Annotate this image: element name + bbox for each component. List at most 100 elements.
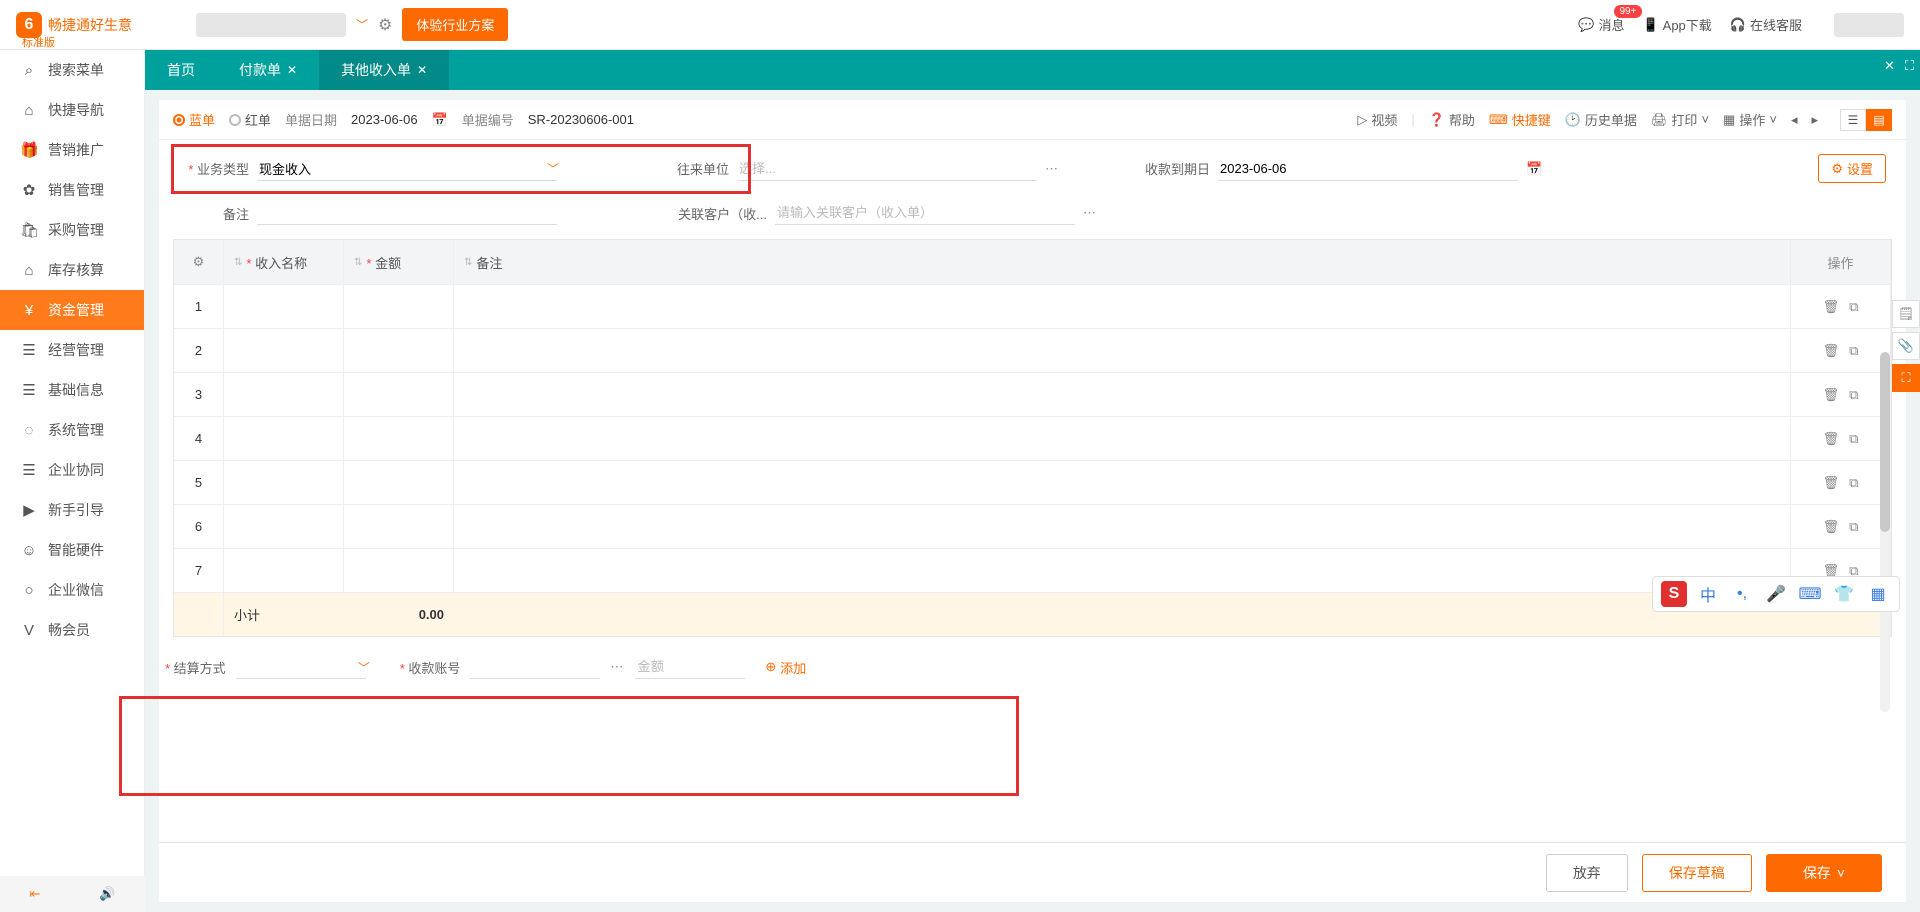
more-icon[interactable]: ⋯ xyxy=(1045,161,1060,177)
prev-doc-button[interactable]: ◂ xyxy=(1791,112,1798,128)
scrollbar[interactable] xyxy=(1880,352,1890,712)
th-income-name[interactable]: ⇅收入名称 xyxy=(224,240,344,284)
print-button[interactable]: 🖨打印 ˅ xyxy=(1651,110,1709,129)
sidebar-item-guide[interactable]: ▶新手引导 xyxy=(0,490,144,530)
ime-skin-icon[interactable]: 👕 xyxy=(1831,581,1857,607)
ime-toolbox-icon[interactable]: ▦ xyxy=(1865,581,1891,607)
float-clip-icon[interactable]: 📎 xyxy=(1892,332,1920,360)
table-row[interactable]: 2 🗑⧉ xyxy=(174,328,1891,372)
cell-amount[interactable] xyxy=(344,373,454,416)
cell-income-name[interactable] xyxy=(224,417,344,460)
sidebar-item-collab[interactable]: ☰企业协同 xyxy=(0,450,144,490)
copy-icon[interactable]: ⧉ xyxy=(1849,387,1858,403)
table-row[interactable]: 7 🗑⧉ xyxy=(174,548,1891,592)
delete-icon[interactable]: 🗑 xyxy=(1823,343,1840,359)
view-list-button[interactable]: ☰ xyxy=(1840,109,1866,131)
th-remark[interactable]: ⇅备注 xyxy=(454,240,1791,284)
table-row[interactable]: 6 🗑⧉ xyxy=(174,504,1891,548)
ime-lang[interactable]: 中 xyxy=(1695,581,1721,607)
settle-method-input[interactable] xyxy=(236,655,366,679)
cell-income-name[interactable] xyxy=(224,505,344,548)
calendar-icon[interactable]: 📅 xyxy=(1526,161,1542,177)
ime-bar[interactable]: S 中 •, 🎤 ⌨ 👕 ▦ xyxy=(1652,576,1900,612)
delete-icon[interactable]: 🗑 xyxy=(1823,387,1840,403)
cell-amount[interactable] xyxy=(344,417,454,460)
remark-input[interactable] xyxy=(257,201,557,225)
sidebar-item-marketing[interactable]: 🎁营销推广 xyxy=(0,130,144,170)
ops-button[interactable]: ▦操作 ˅ xyxy=(1723,110,1777,129)
sidebar-item-sales[interactable]: ✿销售管理 xyxy=(0,170,144,210)
cell-remark[interactable] xyxy=(454,461,1791,504)
cell-remark[interactable] xyxy=(454,373,1791,416)
doc-date-value[interactable]: 2023-06-06 xyxy=(351,112,418,127)
help-button[interactable]: ❓帮助 xyxy=(1429,110,1475,129)
tab-expand-icon[interactable]: ⛶ xyxy=(1905,58,1914,74)
copy-icon[interactable]: ⧉ xyxy=(1849,519,1858,535)
ime-punct-icon[interactable]: •, xyxy=(1729,581,1755,607)
delete-icon[interactable]: 🗑 xyxy=(1823,475,1840,491)
cell-remark[interactable] xyxy=(454,329,1791,372)
video-button[interactable]: ▷视频 xyxy=(1357,110,1397,129)
cell-amount[interactable] xyxy=(344,549,454,592)
gear-icon[interactable]: ⚙ xyxy=(378,15,392,35)
trial-button[interactable]: 体验行业方案 xyxy=(402,8,508,41)
collapse-icon[interactable]: ⇤ xyxy=(29,886,40,902)
duedate-input[interactable] xyxy=(1218,157,1518,181)
table-row[interactable]: 3 🗑⧉ xyxy=(174,372,1891,416)
user-avatar[interactable] xyxy=(1834,13,1904,37)
chevron-down-icon[interactable]: ﹀ xyxy=(547,160,559,177)
messages-link[interactable]: 💬 消息 99+ xyxy=(1578,15,1624,34)
sidebar-item-inventory[interactable]: ⌂库存核算 xyxy=(0,250,144,290)
more-icon[interactable]: ⋯ xyxy=(1083,205,1098,221)
copy-icon[interactable]: ⧉ xyxy=(1849,431,1858,447)
cell-amount[interactable] xyxy=(344,285,454,328)
shortcut-button[interactable]: ⌨快捷键 xyxy=(1489,110,1551,129)
partner-input[interactable] xyxy=(737,157,1037,181)
sidebar-item-search[interactable]: ⌕搜索菜单 xyxy=(0,50,144,90)
th-amount[interactable]: ⇅金额 xyxy=(344,240,454,284)
tab-home[interactable]: 首页 xyxy=(145,50,217,90)
sidebar-item-funds[interactable]: ¥资金管理 xyxy=(0,290,144,330)
radio-red[interactable]: 红单 xyxy=(229,110,271,129)
chevron-down-icon[interactable]: ﹀ xyxy=(358,659,370,676)
table-row[interactable]: 4 🗑⧉ xyxy=(174,416,1891,460)
cell-amount[interactable] xyxy=(344,461,454,504)
sound-icon[interactable]: 🔊 xyxy=(99,886,115,902)
close-icon[interactable]: ✕ xyxy=(417,63,427,77)
float-expand-icon[interactable]: ⛶ xyxy=(1892,364,1920,392)
float-note-icon[interactable]: 🗒 xyxy=(1892,300,1920,328)
sidebar-item-wework[interactable]: ○企业微信 xyxy=(0,570,144,610)
cell-amount[interactable] xyxy=(344,329,454,372)
tab-other-income[interactable]: 其他收入单✕ xyxy=(319,50,449,90)
cell-amount[interactable] xyxy=(344,505,454,548)
more-icon[interactable]: ⋯ xyxy=(610,659,625,675)
cell-remark[interactable] xyxy=(454,417,1791,460)
settle-add-button[interactable]: ⊕添加 xyxy=(765,658,806,677)
table-row[interactable]: 1 🗑⧉ xyxy=(174,284,1891,328)
discard-button[interactable]: 放弃 xyxy=(1546,854,1628,892)
sidebar-item-hardware[interactable]: ☺智能硬件 xyxy=(0,530,144,570)
cell-income-name[interactable] xyxy=(224,373,344,416)
delete-icon[interactable]: 🗑 xyxy=(1823,519,1840,535)
sidebar-item-basicinfo[interactable]: ☰基础信息 xyxy=(0,370,144,410)
cell-remark[interactable] xyxy=(454,505,1791,548)
cell-remark[interactable] xyxy=(454,549,1791,592)
cell-income-name[interactable] xyxy=(224,549,344,592)
settle-acct-input[interactable] xyxy=(470,655,600,679)
sidebar-item-operations[interactable]: ☰经营管理 xyxy=(0,330,144,370)
cell-income-name[interactable] xyxy=(224,329,344,372)
company-selector[interactable]: ﹀ xyxy=(196,13,368,37)
radio-blue[interactable]: 蓝单 xyxy=(173,110,215,129)
sidebar-item-purchase[interactable]: 🛍采购管理 xyxy=(0,210,144,250)
cell-income-name[interactable] xyxy=(224,461,344,504)
sidebar-item-member[interactable]: V畅会员 xyxy=(0,610,144,650)
sidebar-item-quicknav[interactable]: ⌂快捷导航 xyxy=(0,90,144,130)
biztype-input[interactable] xyxy=(257,157,557,181)
delete-icon[interactable]: 🗑 xyxy=(1823,299,1840,315)
sidebar-item-system[interactable]: ◌系统管理 xyxy=(0,410,144,450)
delete-icon[interactable]: 🗑 xyxy=(1823,431,1840,447)
view-card-button[interactable]: ▤ xyxy=(1866,109,1892,131)
close-icon[interactable]: ✕ xyxy=(287,63,297,77)
cell-income-name[interactable] xyxy=(224,285,344,328)
copy-icon[interactable]: ⧉ xyxy=(1849,343,1858,359)
